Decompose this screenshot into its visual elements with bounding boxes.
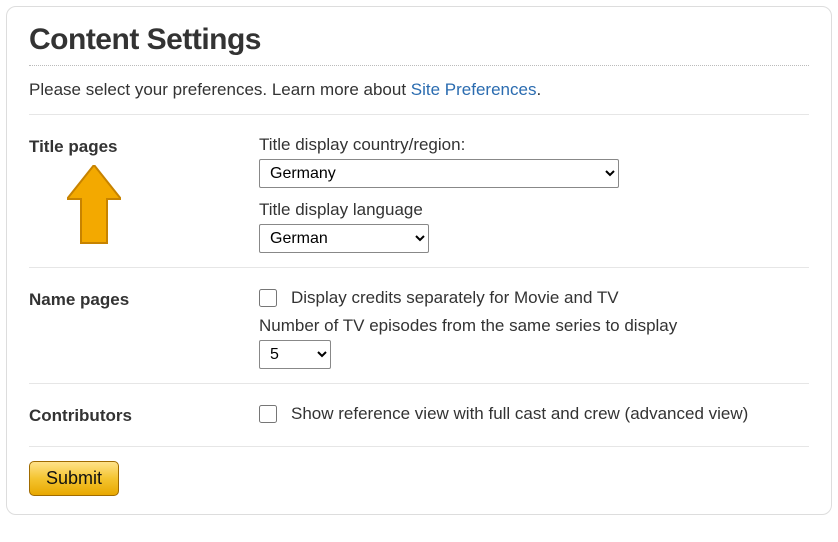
content-settings-panel: Content Settings Please select your pref… — [6, 6, 832, 515]
section-label-title-pages: Title pages — [29, 135, 259, 157]
section-body-name-pages: Display credits separately for Movie and… — [259, 288, 809, 369]
country-label: Title display country/region: — [259, 135, 809, 155]
divider — [29, 114, 809, 115]
section-label-contributors: Contributors — [29, 404, 259, 426]
section-title-pages: Title pages Title display country/region… — [29, 129, 809, 253]
language-select[interactable]: German — [259, 224, 429, 253]
divider-dotted — [29, 65, 809, 66]
section-body-title-pages: Title display country/region: Germany Ti… — [259, 135, 809, 253]
reference-view-checkbox[interactable] — [259, 405, 277, 423]
credits-separate-checkbox[interactable] — [259, 289, 277, 307]
credits-separate-label: Display credits separately for Movie and… — [291, 288, 619, 308]
divider — [29, 383, 809, 384]
submit-button[interactable]: Submit — [29, 461, 119, 496]
section-label-name-pages: Name pages — [29, 288, 259, 310]
highlight-arrow-icon — [67, 165, 121, 245]
intro-text: Please select your preferences. Learn mo… — [29, 80, 809, 100]
episodes-label: Number of TV episodes from the same seri… — [259, 316, 809, 336]
site-preferences-link[interactable]: Site Preferences — [411, 80, 537, 99]
divider — [29, 446, 809, 447]
section-label-text: Title pages — [29, 137, 118, 156]
country-select[interactable]: Germany — [259, 159, 619, 188]
episodes-select[interactable]: 5 — [259, 340, 331, 369]
intro-prefix: Please select your preferences. Learn mo… — [29, 80, 411, 99]
page-title: Content Settings — [29, 23, 809, 57]
section-contributors: Contributors Show reference view with fu… — [29, 398, 809, 432]
reference-view-label: Show reference view with full cast and c… — [291, 404, 748, 424]
language-label: Title display language — [259, 200, 809, 220]
section-body-contributors: Show reference view with full cast and c… — [259, 404, 809, 432]
intro-suffix: . — [536, 80, 541, 99]
section-name-pages: Name pages Display credits separately fo… — [29, 282, 809, 369]
divider — [29, 267, 809, 268]
